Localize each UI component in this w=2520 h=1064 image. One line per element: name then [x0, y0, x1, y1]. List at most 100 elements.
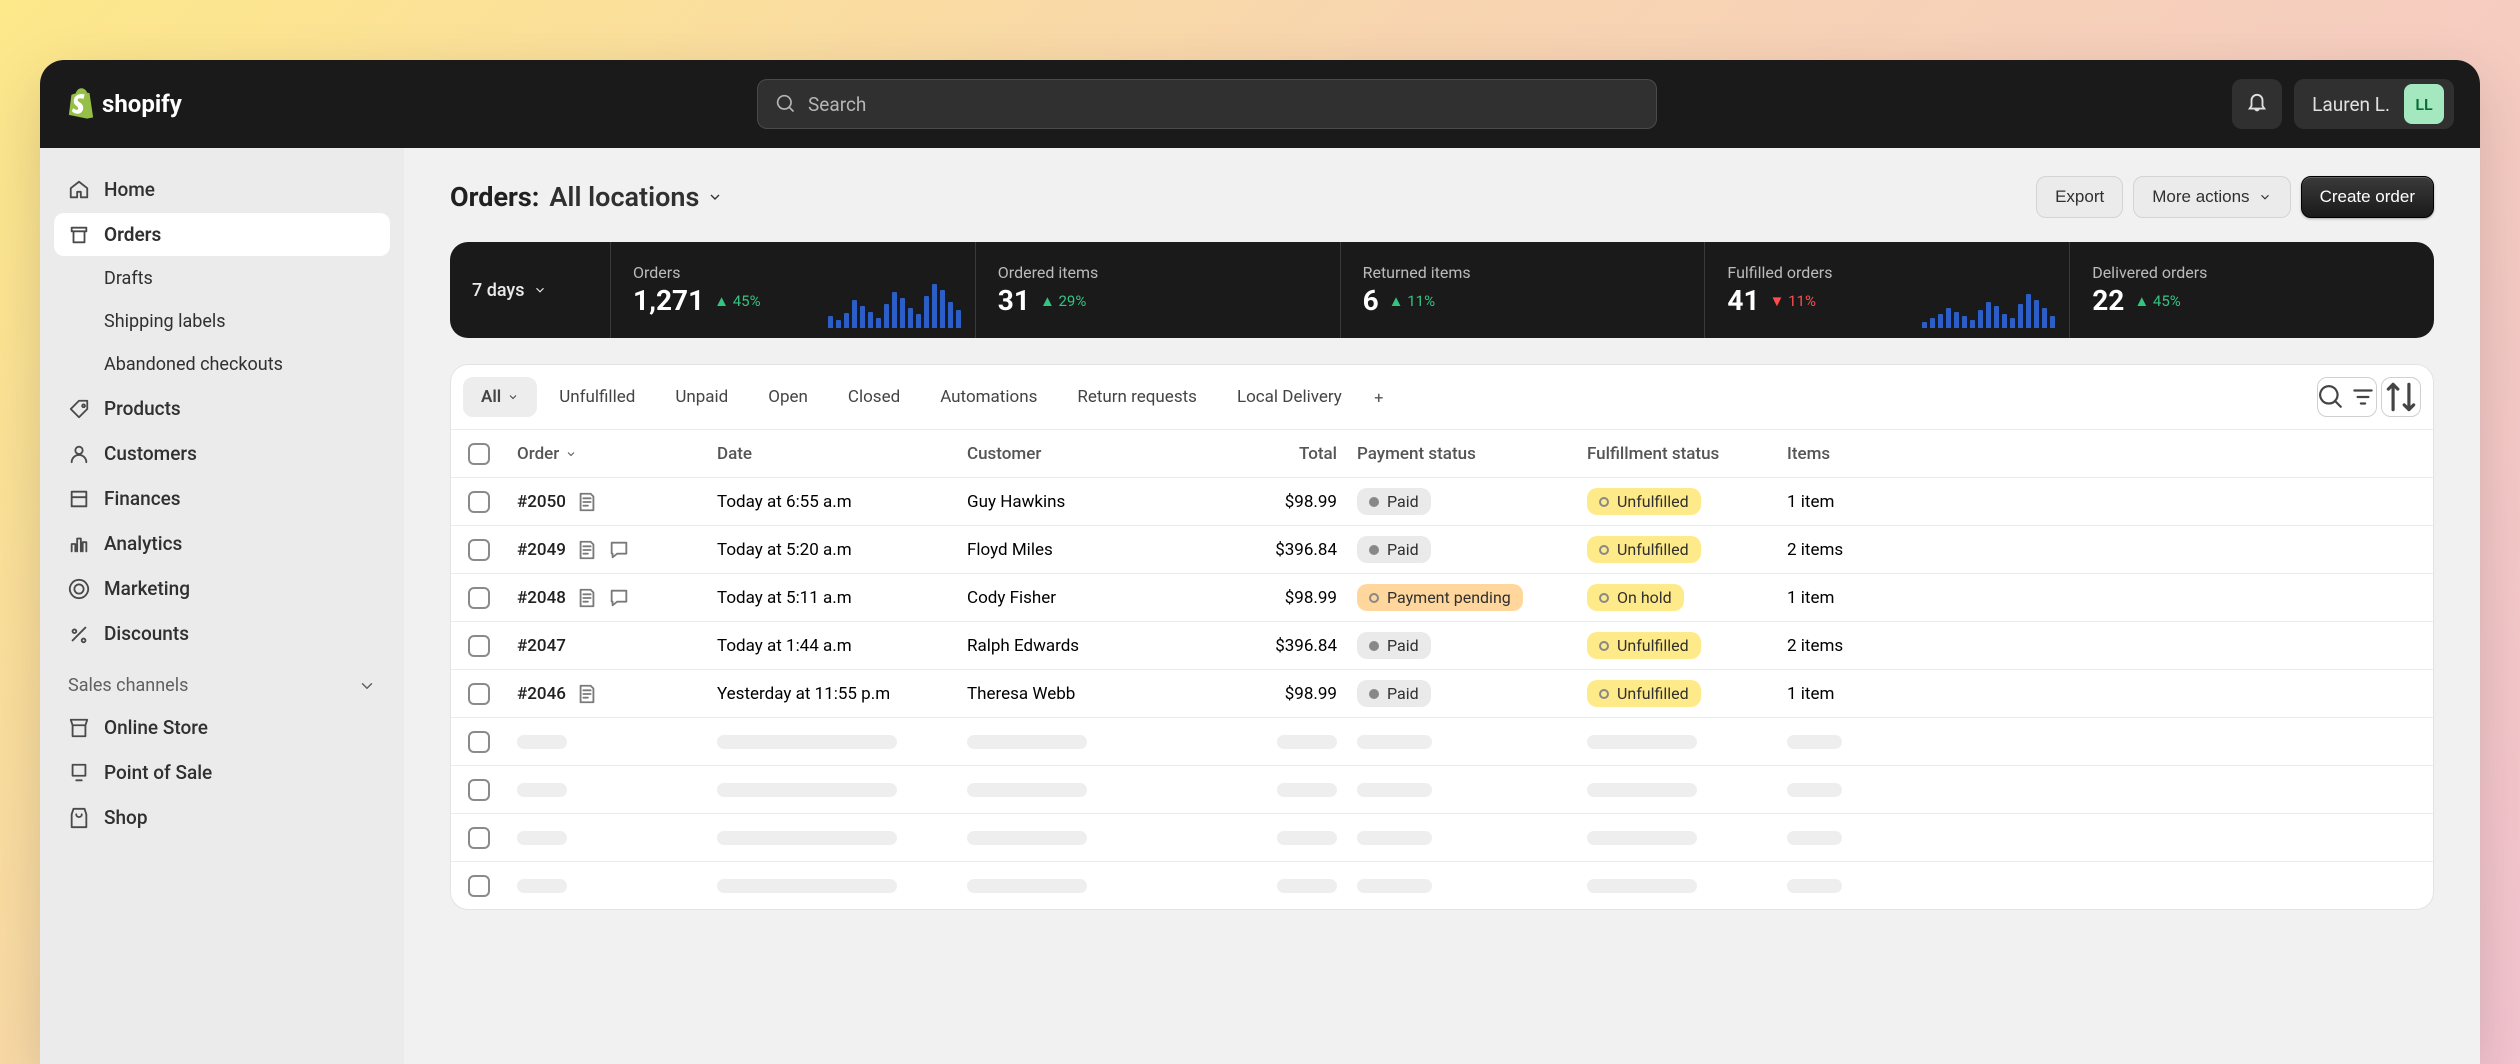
tab-local-delivery[interactable]: Local Delivery [1219, 377, 1360, 417]
user-menu[interactable]: Lauren L. LL [2294, 79, 2454, 129]
fulfillment-status-cell: Unfulfilled [1577, 670, 1777, 717]
sidebar-item-label: Analytics [104, 532, 182, 555]
stat-label: Ordered items [998, 263, 1098, 282]
date-cell: Today at 5:20 a.m [707, 530, 957, 570]
row-checkbox[interactable] [451, 673, 507, 715]
sidebar: HomeOrdersDraftsShipping labelsAbandoned… [40, 148, 404, 1064]
stat-value: 22 [2092, 284, 2124, 317]
order-id-cell: #2048 [507, 577, 707, 619]
col-items[interactable]: Items [1777, 434, 1907, 474]
row-checkbox[interactable] [451, 625, 507, 667]
sidebar-item-abandoned-checkouts[interactable]: Abandoned checkouts [54, 344, 390, 385]
chevron-down-icon [507, 391, 519, 403]
fulfillment-badge: Unfulfilled [1587, 536, 1701, 563]
pos-icon [68, 762, 90, 784]
period-selector[interactable]: 7 days [450, 242, 610, 338]
col-customer[interactable]: Customer [957, 434, 1207, 474]
sidebar-item-home[interactable]: Home [54, 168, 390, 211]
date-cell: Today at 1:44 a.m [707, 626, 957, 666]
sidebar-item-discounts[interactable]: Discounts [54, 612, 390, 655]
tab-closed[interactable]: Closed [830, 377, 918, 417]
sidebar-item-products[interactable]: Products [54, 387, 390, 430]
col-order[interactable]: Order [507, 434, 707, 474]
brand-logo[interactable]: shopify [66, 87, 182, 121]
total-cell: $396.84 [1207, 626, 1347, 666]
sales-channels-header[interactable]: Sales channels [54, 657, 390, 704]
items-cell: 1 item [1777, 674, 1907, 714]
stat-value: 31 [998, 284, 1030, 317]
notifications-button[interactable] [2232, 79, 2282, 129]
payment-status-cell: Paid [1347, 622, 1577, 669]
tab-unfulfilled[interactable]: Unfulfilled [541, 377, 653, 417]
export-button[interactable]: Export [2036, 176, 2123, 218]
sidebar-item-online-store[interactable]: Online Store [54, 706, 390, 749]
brand-name: shopify [102, 90, 182, 118]
sidebar-item-marketing[interactable]: Marketing [54, 567, 390, 610]
chevron-down-icon [707, 189, 723, 205]
table-row-placeholder [451, 717, 2433, 765]
location-selector[interactable]: All locations [549, 181, 723, 213]
table-row[interactable]: #2049 Today at 5:20 a.m Floyd Miles $396… [451, 525, 2433, 573]
sort-button[interactable] [2381, 377, 2421, 417]
stat-value: 1,271 [633, 284, 704, 317]
col-date[interactable]: Date [707, 434, 957, 474]
stat-delta: ▲ 29% [1040, 292, 1086, 310]
add-tab-button[interactable]: + [1364, 382, 1394, 412]
payment-badge: Paid [1357, 632, 1431, 659]
search-filter-button[interactable] [2317, 377, 2377, 417]
stat-delivered-orders[interactable]: Delivered orders 22 ▲ 45% [2069, 242, 2434, 338]
tab-unpaid[interactable]: Unpaid [657, 377, 746, 417]
table-row[interactable]: #2046 Yesterday at 11:55 p.m Theresa Web… [451, 669, 2433, 717]
fulfillment-status-cell: Unfulfilled [1577, 622, 1777, 669]
items-cell: 2 items [1777, 626, 1907, 666]
row-checkbox[interactable] [451, 529, 507, 571]
sidebar-item-label: Products [104, 397, 181, 420]
tab-return-requests[interactable]: Return requests [1059, 377, 1215, 417]
tab-automations[interactable]: Automations [922, 377, 1055, 417]
table-header-row: Order DateCustomerTotalPayment statusFul… [451, 429, 2433, 477]
chat-icon [608, 587, 630, 609]
create-order-button[interactable]: Create order [2301, 176, 2434, 218]
shop-icon [68, 807, 90, 829]
sidebar-item-shipping-labels[interactable]: Shipping labels [54, 301, 390, 342]
table-row[interactable]: #2047 Today at 1:44 a.m Ralph Edwards $3… [451, 621, 2433, 669]
stat-fulfilled-orders[interactable]: Fulfilled orders 41 ▼ 11% [1704, 242, 2069, 338]
stat-label: Delivered orders [2092, 263, 2207, 282]
sidebar-item-point-of-sale[interactable]: Point of Sale [54, 751, 390, 794]
col-total[interactable]: Total [1207, 434, 1347, 474]
row-checkbox[interactable] [451, 577, 507, 619]
chevron-down-icon [2258, 190, 2272, 204]
tab-all[interactable]: All [463, 377, 537, 417]
select-all-header[interactable] [451, 433, 507, 475]
sidebar-item-customers[interactable]: Customers [54, 432, 390, 475]
col-payment-status[interactable]: Payment status [1347, 434, 1577, 474]
table-row[interactable]: #2048 Today at 5:11 a.m Cody Fisher $98.… [451, 573, 2433, 621]
search-input[interactable]: Search [757, 79, 1657, 129]
sidebar-item-drafts[interactable]: Drafts [54, 258, 390, 299]
sidebar-item-shop[interactable]: Shop [54, 796, 390, 839]
row-checkbox[interactable] [451, 481, 507, 523]
sidebar-item-analytics[interactable]: Analytics [54, 522, 390, 565]
stat-ordered-items[interactable]: Ordered items 31 ▲ 29% [975, 242, 1340, 338]
more-actions-button[interactable]: More actions [2133, 176, 2290, 218]
fulfillment-badge: Unfulfilled [1587, 488, 1701, 515]
tab-open[interactable]: Open [750, 377, 826, 417]
main-content: Orders: All locations Export More action… [404, 148, 2480, 1064]
stat-orders[interactable]: Orders 1,271 ▲ 45% [610, 242, 975, 338]
table-row[interactable]: #2050 Today at 6:55 a.m Guy Hawkins $98.… [451, 477, 2433, 525]
search-icon [2318, 384, 2344, 410]
sidebar-item-finances[interactable]: Finances [54, 477, 390, 520]
total-cell: $98.99 [1207, 674, 1347, 714]
stat-returned-items[interactable]: Returned items 6 ▲ 11% [1340, 242, 1705, 338]
fulfillment-status-cell: Unfulfilled [1577, 526, 1777, 573]
sparkline [828, 284, 961, 328]
user-icon [68, 443, 90, 465]
sort-desc-icon [565, 448, 577, 460]
customer-cell: Floyd Miles [957, 530, 1207, 570]
table-row-placeholder [451, 765, 2433, 813]
tabs-row: AllUnfulfilledUnpaidOpenClosedAutomation… [451, 365, 2433, 429]
col-fulfillment-status[interactable]: Fulfillment status [1577, 434, 1777, 474]
table-row-placeholder [451, 861, 2433, 909]
items-cell: 2 items [1777, 530, 1907, 570]
sidebar-item-orders[interactable]: Orders [54, 213, 390, 256]
